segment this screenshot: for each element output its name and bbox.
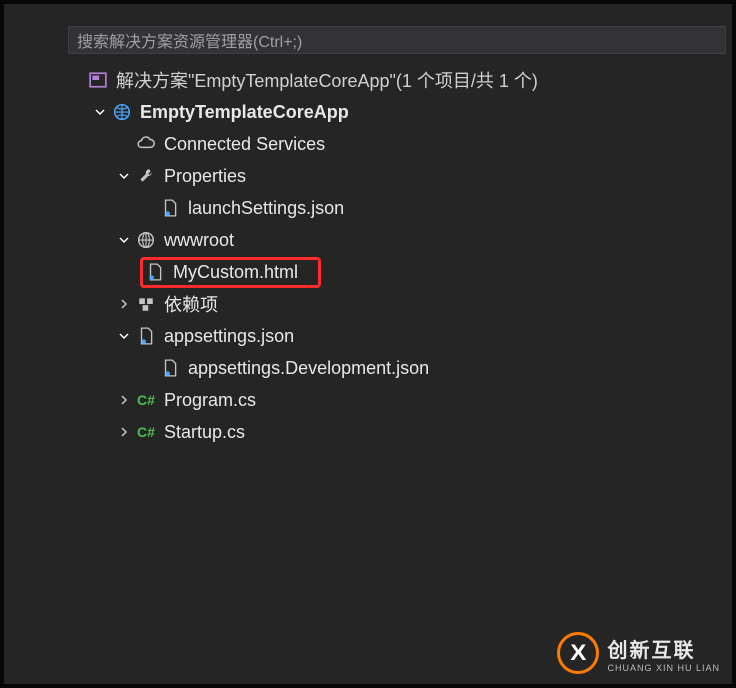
launchsettings-label: launchSettings.json [188, 198, 344, 219]
wwwroot-node[interactable]: wwwroot [4, 224, 732, 256]
startup-label: Startup.cs [164, 422, 245, 443]
csharp-icon: C# [136, 392, 156, 408]
search-input[interactable]: 搜索解决方案资源管理器(Ctrl+;) [68, 26, 726, 54]
appsettings-dev-label: appsettings.Development.json [188, 358, 429, 379]
appsettings-node[interactable]: appsettings.json [4, 320, 732, 352]
appsettings-label: appsettings.json [164, 326, 294, 347]
dependencies-node[interactable]: 依赖项 [4, 288, 732, 320]
expander-blank [116, 136, 132, 152]
appsettings-dev-node[interactable]: appsettings.Development.json [4, 352, 732, 384]
chevron-right-icon[interactable] [116, 296, 132, 312]
html-file-icon [145, 262, 165, 282]
globe-icon [112, 102, 132, 122]
package-icon [136, 294, 156, 314]
program-label: Program.cs [164, 390, 256, 411]
dependencies-label: 依赖项 [164, 291, 218, 317]
wrench-icon [136, 166, 156, 186]
json-file-icon [136, 326, 156, 346]
properties-node[interactable]: Properties [4, 160, 732, 192]
highlight-annotation: MyCustom.html [140, 257, 321, 288]
watermark-text-en: CHUANG XIN HU LIAN [607, 663, 720, 673]
chevron-right-icon[interactable] [116, 392, 132, 408]
properties-label: Properties [164, 166, 246, 187]
project-node[interactable]: EmptyTemplateCoreApp [4, 96, 732, 128]
solution-label: 解决方案"EmptyTemplateCoreApp"(1 个项目/共 1 个) [116, 67, 538, 93]
solution-icon [88, 70, 108, 90]
wwwroot-label: wwwroot [164, 230, 234, 251]
chevron-right-icon[interactable] [116, 424, 132, 440]
solution-explorer-panel: 搜索解决方案资源管理器(Ctrl+;) 解决方案"EmptyTemplateCo… [4, 4, 732, 448]
watermark-logo-icon: X [557, 632, 599, 674]
connected-services-label: Connected Services [164, 134, 325, 155]
expander-blank [140, 200, 156, 216]
search-placeholder: 搜索解决方案资源管理器(Ctrl+;) [77, 28, 302, 52]
cloud-icon [136, 134, 156, 154]
project-label: EmptyTemplateCoreApp [140, 102, 349, 123]
watermark: X 创新互联 CHUANG XIN HU LIAN [557, 632, 720, 674]
program-node[interactable]: C# Program.cs [4, 384, 732, 416]
connected-services-node[interactable]: Connected Services [4, 128, 732, 160]
startup-node[interactable]: C# Startup.cs [4, 416, 732, 448]
mycustom-label: MyCustom.html [173, 262, 298, 283]
expander-blank [140, 360, 156, 376]
expander-blank [68, 72, 84, 88]
chevron-down-icon[interactable] [116, 168, 132, 184]
chevron-down-icon[interactable] [116, 232, 132, 248]
launchsettings-node[interactable]: launchSettings.json [4, 192, 732, 224]
json-file-icon [160, 358, 180, 378]
json-file-icon [160, 198, 180, 218]
solution-node[interactable]: 解决方案"EmptyTemplateCoreApp"(1 个项目/共 1 个) [4, 64, 732, 96]
chevron-down-icon[interactable] [92, 104, 108, 120]
watermark-text-cn: 创新互联 [607, 634, 720, 663]
csharp-icon: C# [136, 424, 156, 440]
globe-outline-icon [136, 230, 156, 250]
chevron-down-icon[interactable] [116, 328, 132, 344]
solution-tree: 解决方案"EmptyTemplateCoreApp"(1 个项目/共 1 个) … [4, 60, 732, 448]
mycustom-node[interactable]: MyCustom.html [4, 256, 732, 288]
